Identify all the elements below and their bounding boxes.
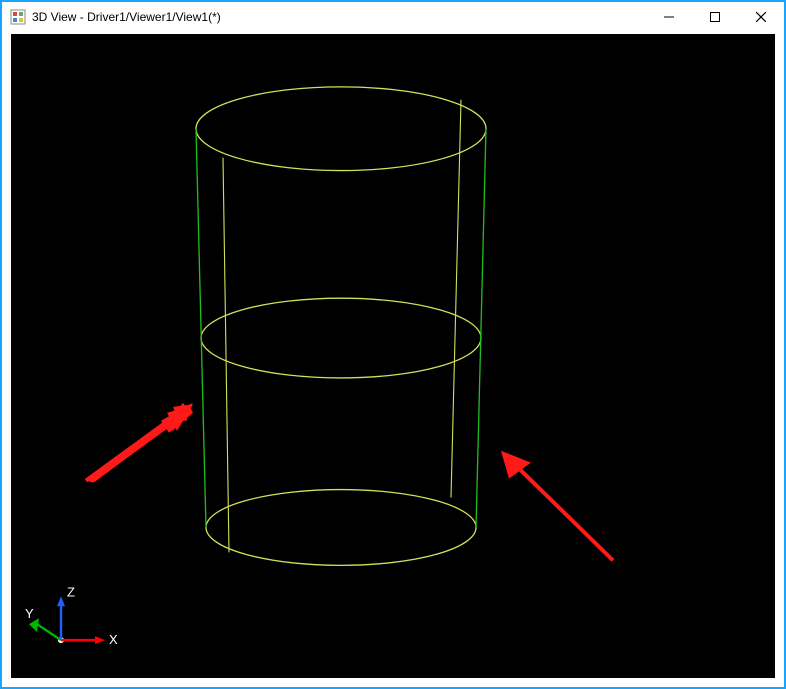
axis-y-label: Y [25,606,34,621]
axis-x-label: X [109,632,118,647]
axis-z-label: Z [67,584,75,599]
titlebar[interactable]: 3D View - Driver1/Viewer1/View1(*) [2,2,784,32]
window-controls [646,2,784,32]
window-frame: 3D View - Driver1/Viewer1/View1(*) [0,0,786,689]
maximize-button[interactable] [692,2,738,32]
window-title: 3D View - Driver1/Viewer1/View1(*) [32,10,221,24]
app-icon [10,9,26,25]
annotation-arrow-right [501,451,613,561]
annotation-arrow-left [93,405,193,481]
viewport-3d[interactable]: X Y Z [11,34,775,678]
close-button[interactable] [738,2,784,32]
cylinder-wireframe [196,87,486,566]
minimize-button[interactable] [646,2,692,32]
axis-triad: X Y Z [25,584,118,647]
